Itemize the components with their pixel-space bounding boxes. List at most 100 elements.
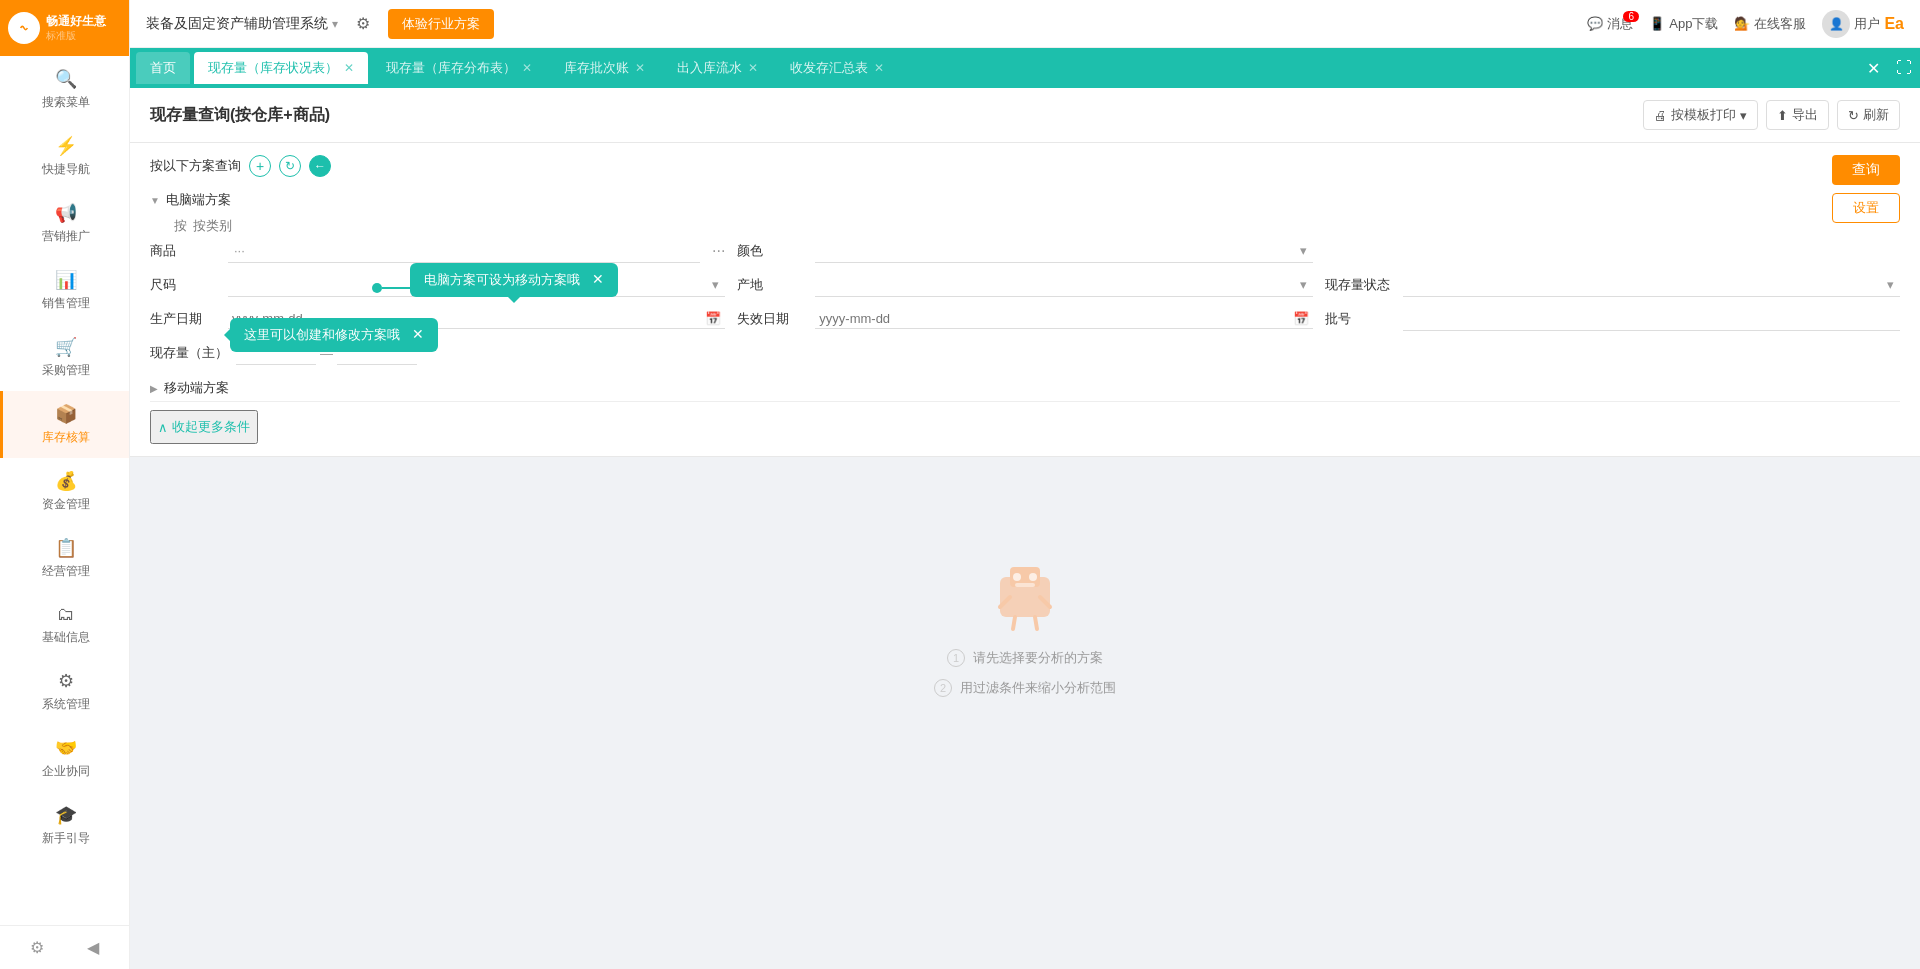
tab-close-recv-summary[interactable]: ✕ bbox=[874, 61, 884, 75]
scheme-node-mobile[interactable]: ▶ 移动端方案 bbox=[150, 375, 1900, 401]
quick-nav-icon: ⚡ bbox=[55, 135, 77, 157]
tab-close-inventory-dist[interactable]: ✕ bbox=[522, 61, 532, 75]
tooltip-scheme-close-btn[interactable]: ✕ bbox=[412, 326, 424, 342]
tabs-bar: 首页 现存量（库存状况表） ✕ 现存量（库存分布表） ✕ 库存批次账 ✕ 出入库… bbox=[130, 48, 1920, 88]
export-btn[interactable]: ⬆ 导出 bbox=[1766, 100, 1829, 130]
filter-field-exp-date: 失效日期 📅 bbox=[737, 307, 1312, 331]
query-action-btns: 查询 设置 bbox=[1832, 155, 1900, 223]
tab-inventory-batch[interactable]: 库存批次账 ✕ bbox=[550, 52, 659, 84]
sidebar-settings-btn[interactable]: ⚙ bbox=[30, 938, 44, 957]
notification-badge: 6 bbox=[1623, 11, 1639, 22]
svg-point-4 bbox=[1029, 573, 1037, 581]
scheme-node-desktop[interactable]: ▼ 电脑端方案 bbox=[150, 187, 1900, 213]
inventory-icon: 📦 bbox=[55, 403, 77, 425]
exp-date-calendar-icon[interactable]: 📅 bbox=[1293, 311, 1309, 326]
topbar-left: 装备及固定资产辅助管理系统 ▾ ⚙ 体验行业方案 bbox=[146, 9, 494, 39]
sidebar-item-enterprise[interactable]: 🤝 企业协同 bbox=[0, 725, 129, 792]
tab-close-all-btn[interactable]: ✕ bbox=[1863, 55, 1884, 82]
product-select[interactable]: ··· bbox=[228, 239, 700, 263]
print-icon: 🖨 bbox=[1654, 108, 1667, 123]
sidebar-item-search[interactable]: 🔍 搜索菜单 bbox=[0, 56, 129, 123]
settings-btn[interactable]: 设置 bbox=[1832, 193, 1900, 223]
prod-date-calendar-icon[interactable]: 📅 bbox=[705, 311, 721, 326]
finance-icon: 💰 bbox=[55, 470, 77, 492]
tab-close-inout-flow[interactable]: ✕ bbox=[748, 61, 758, 75]
query-btn[interactable]: 查询 bbox=[1832, 155, 1900, 185]
exp-date-label: 失效日期 bbox=[737, 310, 807, 328]
color-select[interactable]: ▾ bbox=[815, 239, 1312, 263]
operations-icon: 📋 bbox=[55, 537, 77, 559]
filter-add-btn[interactable]: + bbox=[249, 155, 271, 177]
industry-plan-btn[interactable]: 体验行业方案 bbox=[388, 9, 494, 39]
online-service-btn[interactable]: 💁 在线客服 bbox=[1734, 15, 1806, 33]
sidebar-item-operations[interactable]: 📋 经营管理 bbox=[0, 525, 129, 592]
filter-field-origin: 产地 ▾ bbox=[737, 273, 1312, 297]
tab-inventory-dist[interactable]: 现存量（库存分布表） ✕ bbox=[372, 52, 546, 84]
title-chevron-icon: ▾ bbox=[332, 17, 338, 31]
sidebar-item-purchase[interactable]: 🛒 采购管理 bbox=[0, 324, 129, 391]
tooltip-pc-scheme: 电脑方案可设为移动方案哦 ✕ bbox=[410, 263, 618, 297]
empty-illustration bbox=[975, 537, 1075, 637]
batch-input[interactable] bbox=[1403, 307, 1900, 331]
avatar-placeholder: 👤 bbox=[1829, 17, 1844, 31]
sidebar-item-finance[interactable]: 💰 资金管理 bbox=[0, 458, 129, 525]
system-icon: ⚙ bbox=[58, 670, 74, 692]
exp-date-input-wrap: 📅 bbox=[815, 309, 1312, 329]
topbar: 装备及固定资产辅助管理系统 ▾ ⚙ 体验行业方案 💬 消息 6 📱 App下载 … bbox=[130, 0, 1920, 48]
batch-label: 批号 bbox=[1325, 310, 1395, 328]
tab-close-inventory-status[interactable]: ✕ bbox=[344, 61, 354, 75]
sidebar-item-basic-info[interactable]: 🗂 基础信息 bbox=[0, 592, 129, 658]
sidebar-item-guide[interactable]: 🎓 新手引导 bbox=[0, 792, 129, 859]
template-print-btn[interactable]: 🖨 按模板打印 ▾ bbox=[1643, 100, 1758, 130]
collapse-section: ∧ 收起更多条件 bbox=[150, 401, 1900, 444]
refresh-icon: ↻ bbox=[1848, 108, 1859, 123]
scheme-node-sub[interactable]: 按 按类别 bbox=[150, 213, 1900, 239]
tab-close-inventory-batch[interactable]: ✕ bbox=[635, 61, 645, 75]
tooltip-pc-close-btn[interactable]: ✕ bbox=[592, 271, 604, 287]
print-dropdown-icon: ▾ bbox=[1740, 108, 1747, 123]
filter-field-batch: 批号 bbox=[1325, 307, 1900, 331]
marketing-icon: 📢 bbox=[55, 202, 77, 224]
notification-btn[interactable]: 💬 消息 6 bbox=[1587, 15, 1633, 33]
page-header: 现存量查询(按仓库+商品) 🖨 按模板打印 ▾ ⬆ 导出 ↻ 刷新 bbox=[130, 88, 1920, 143]
sidebar-item-marketing[interactable]: 📢 营销推广 bbox=[0, 190, 129, 257]
tab-inout-flow[interactable]: 出入库流水 ✕ bbox=[663, 52, 772, 84]
topbar-gear-btn[interactable]: ⚙ bbox=[348, 9, 378, 39]
app-logo-text: 畅通好生意 标准版 bbox=[46, 13, 106, 44]
basic-info-icon: 🗂 bbox=[57, 604, 75, 625]
sidebar-item-sales[interactable]: 📊 销售管理 bbox=[0, 257, 129, 324]
exp-date-input[interactable] bbox=[819, 311, 1288, 326]
size-dropdown-icon: ▾ bbox=[712, 277, 719, 292]
prod-date-label: 生产日期 bbox=[150, 310, 220, 328]
collapse-btn[interactable]: ∧ 收起更多条件 bbox=[150, 410, 258, 444]
refresh-btn[interactable]: ↻ 刷新 bbox=[1837, 100, 1900, 130]
stock-status-select[interactable]: ▾ bbox=[1403, 273, 1900, 297]
svg-point-3 bbox=[1013, 573, 1021, 581]
tab-inventory-status[interactable]: 现存量（库存状况表） ✕ bbox=[194, 52, 368, 84]
tab-recv-summary[interactable]: 收发存汇总表 ✕ bbox=[776, 52, 898, 84]
filter-area: 按以下方案查询 + ↻ ← ▼ 电脑端方案 按 按类别 bbox=[130, 143, 1920, 457]
app-logo-icon bbox=[8, 12, 40, 44]
collapse-up-icon: ∧ bbox=[158, 420, 168, 435]
scheme-arrow-desktop: ▼ bbox=[150, 195, 160, 206]
connector-dot bbox=[372, 283, 382, 293]
filter-field-product: 商品 ··· ··· bbox=[150, 239, 725, 263]
sidebar-item-system[interactable]: ⚙ 系统管理 bbox=[0, 658, 129, 725]
search-icon: 🔍 bbox=[55, 68, 77, 90]
user-menu-btn[interactable]: 👤 用户 Ea bbox=[1822, 10, 1904, 38]
filter-back-btn[interactable]: ← bbox=[309, 155, 331, 177]
export-icon: ⬆ bbox=[1777, 108, 1788, 123]
step-1-circle: 1 bbox=[947, 649, 965, 667]
filter-field-stock-status: 现存量状态 ▾ bbox=[1325, 273, 1900, 297]
sidebar-item-inventory[interactable]: 📦 库存核算 bbox=[0, 391, 129, 458]
filter-refresh-btn[interactable]: ↻ bbox=[279, 155, 301, 177]
topbar-right: 💬 消息 6 📱 App下载 💁 在线客服 👤 用户 Ea bbox=[1587, 10, 1904, 38]
tab-expand-btn[interactable]: ⛶ bbox=[1892, 55, 1916, 81]
sidebar-item-quick[interactable]: ⚡ 快捷导航 bbox=[0, 123, 129, 190]
system-title-selector[interactable]: 装备及固定资产辅助管理系统 ▾ bbox=[146, 15, 338, 33]
sidebar-collapse-btn[interactable]: ◀ bbox=[87, 938, 99, 957]
tab-home[interactable]: 首页 bbox=[136, 52, 190, 84]
tabs-right-controls: ✕ ⛶ bbox=[1863, 55, 1916, 82]
origin-select[interactable]: ▾ bbox=[815, 273, 1312, 297]
app-download-btn[interactable]: 📱 App下载 bbox=[1649, 15, 1718, 33]
